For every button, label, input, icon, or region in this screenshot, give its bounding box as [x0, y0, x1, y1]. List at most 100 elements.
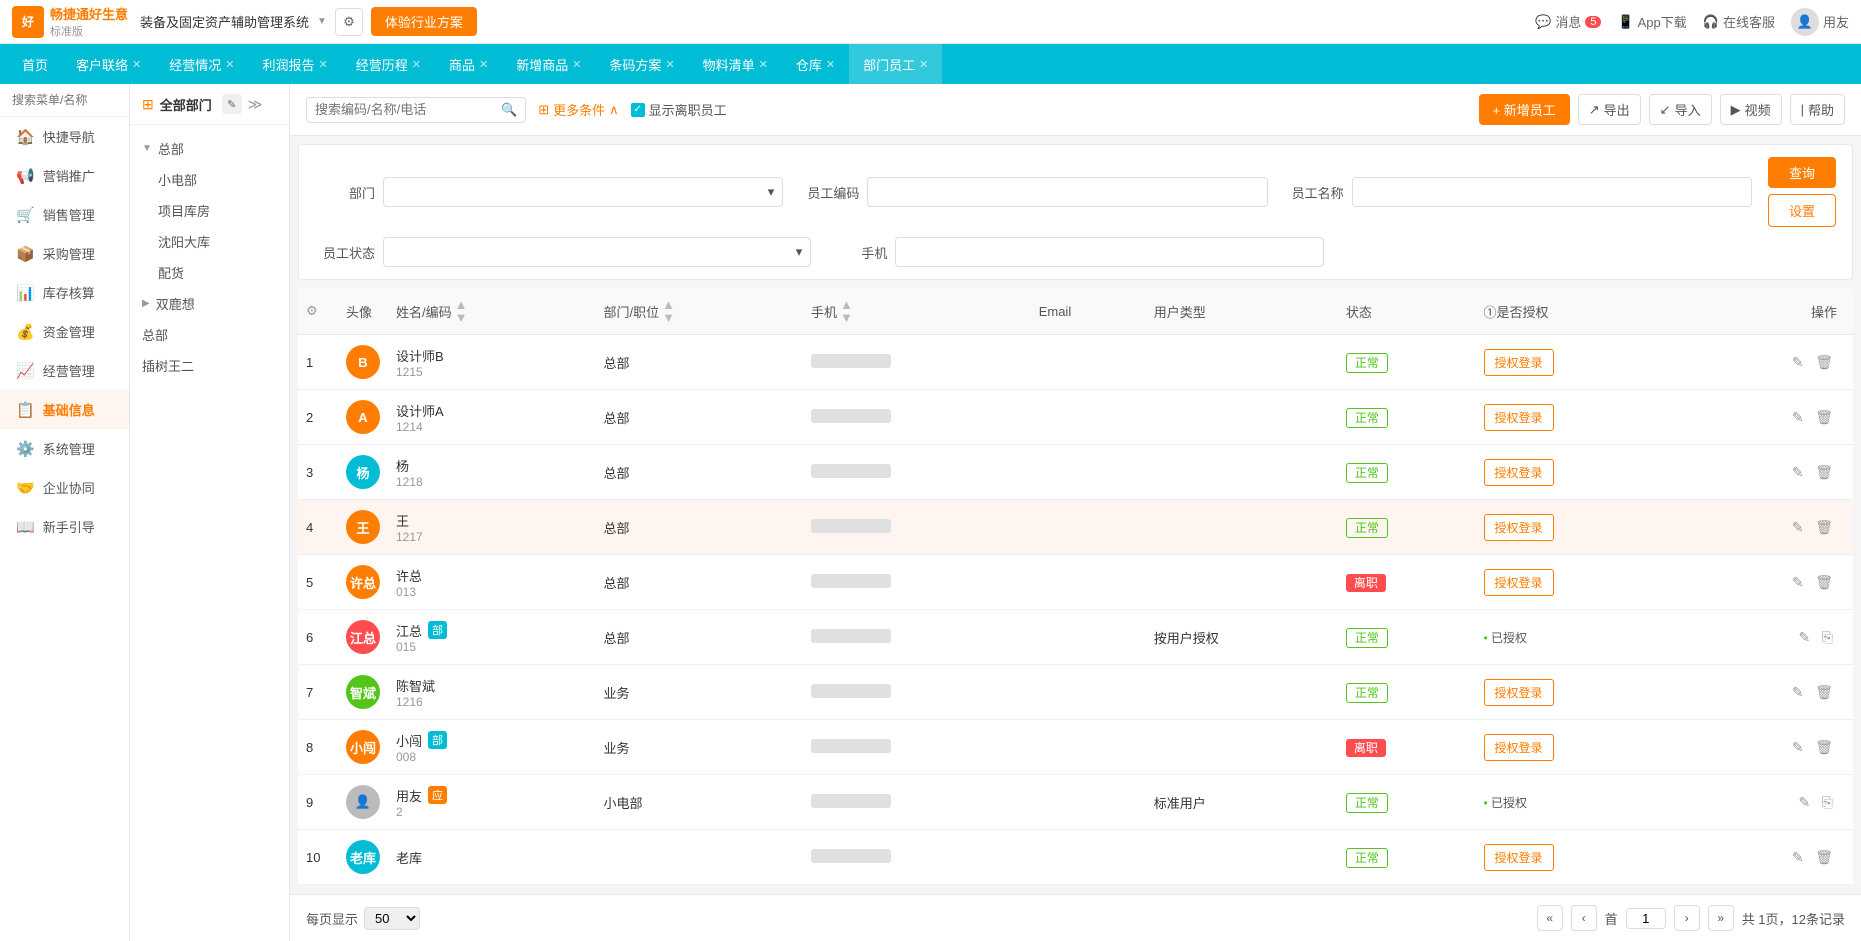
tab-close-bom[interactable]: ✕	[759, 58, 768, 71]
dept-node-distribution[interactable]: 配货	[130, 257, 289, 288]
col-dept-position[interactable]: 部门/职位 ▲▼	[596, 288, 804, 335]
sidebar-item-corp-collab[interactable]: 🤝 企业协同	[0, 468, 129, 507]
col-phone[interactable]: 手机 ▲▼	[803, 288, 1031, 335]
tab-close-warehouse[interactable]: ✕	[826, 58, 835, 71]
message-btn[interactable]: 💬 消息 5	[1535, 12, 1601, 31]
auth-button[interactable]: 授权登录	[1484, 459, 1554, 486]
edit-button[interactable]: ✎	[1788, 407, 1808, 428]
set-button[interactable]: 设置	[1768, 194, 1836, 227]
delete-button[interactable]: 🗑	[1811, 847, 1837, 868]
auth-button[interactable]: 授权登录	[1484, 404, 1554, 431]
tab-home[interactable]: 首页	[8, 44, 62, 84]
auth-button[interactable]: 授权登录	[1484, 569, 1554, 596]
help-button[interactable]: | 帮助	[1790, 94, 1845, 125]
tab-close-profit[interactable]: ✕	[319, 58, 328, 71]
edit-button[interactable]: ✎	[1794, 792, 1814, 813]
delete-button[interactable]: 🗑	[1811, 407, 1837, 428]
dept-edit-btn[interactable]: ✎	[222, 94, 242, 114]
sidebar-item-purchase[interactable]: 📦 采购管理	[0, 234, 129, 273]
auth-button[interactable]: 授权登录	[1484, 679, 1554, 706]
tab-history[interactable]: 经营历程✕	[342, 44, 435, 84]
edit-button[interactable]: ✎	[1788, 517, 1808, 538]
search-input[interactable]	[315, 102, 495, 117]
delete-button[interactable]: 🗑	[1811, 352, 1837, 373]
tab-barcode[interactable]: 条码方案✕	[595, 44, 688, 84]
resigned-checkbox[interactable]: ✓	[631, 103, 645, 117]
dept-node-dual-dream[interactable]: ▶ 双鹿想	[130, 288, 289, 319]
sidebar-item-basic-info[interactable]: 📋 基础信息	[0, 390, 129, 429]
tab-close-history[interactable]: ✕	[412, 58, 421, 71]
sidebar-item-quick-nav[interactable]: 🏠 快捷导航	[0, 117, 129, 156]
trial-button[interactable]: 体验行业方案	[371, 7, 477, 36]
tab-customer[interactable]: 客户联络✕	[62, 44, 155, 84]
app-download-btn[interactable]: 📱 App下载	[1617, 12, 1686, 31]
user-profile-btn[interactable]: 👤 用友	[1791, 8, 1849, 36]
tab-operations[interactable]: 经营情况✕	[155, 44, 248, 84]
page-number-input[interactable]	[1626, 908, 1666, 929]
last-page-btn[interactable]: »	[1708, 905, 1734, 931]
auth-button[interactable]: 授权登录	[1484, 349, 1554, 376]
sys-dropdown-arrow[interactable]: ▼	[317, 16, 327, 27]
view-button[interactable]: ▶ 视频	[1720, 94, 1782, 125]
tab-close-customer[interactable]: ✕	[132, 58, 141, 71]
edit-button[interactable]: ✎	[1788, 352, 1808, 373]
dept-node-headquarters-parent[interactable]: ▼ 总部	[130, 133, 289, 164]
delete-button[interactable]: 🗑	[1811, 682, 1837, 703]
sidebar-search-input[interactable]	[12, 93, 130, 107]
delete-button[interactable]: 🗑	[1811, 737, 1837, 758]
export-button[interactable]: ↗ 导出	[1578, 94, 1641, 125]
tab-dept-employee[interactable]: 部门员工✕	[849, 44, 942, 84]
dept-collapse-btn[interactable]: ≫	[248, 96, 263, 113]
tab-close-dept[interactable]: ✕	[919, 58, 928, 71]
tab-close-ops[interactable]: ✕	[225, 58, 234, 71]
first-page-btn[interactable]: «	[1537, 905, 1563, 931]
phone-input[interactable]	[895, 237, 1323, 267]
dept-node-planting-king[interactable]: 插树王二	[130, 350, 289, 381]
tab-profit[interactable]: 利润报告✕	[248, 44, 341, 84]
edit-button[interactable]: ✎	[1794, 627, 1814, 648]
tab-close-goods[interactable]: ✕	[479, 58, 488, 71]
tab-close-barcode[interactable]: ✕	[665, 58, 674, 71]
delete-button[interactable]: 🗑	[1811, 517, 1837, 538]
emp-code-input[interactable]	[867, 177, 1267, 207]
dept-select[interactable]: ▾	[383, 177, 783, 207]
sidebar-item-new-guide[interactable]: 📖 新手引导	[0, 507, 129, 546]
next-page-btn[interactable]: ›	[1674, 905, 1700, 931]
search-icon[interactable]: 🔍	[501, 102, 517, 118]
status-select[interactable]: ▾	[383, 237, 811, 267]
edit-button[interactable]: ✎	[1788, 462, 1808, 483]
add-employee-button[interactable]: + 新增员工	[1479, 94, 1570, 125]
tab-bom[interactable]: 物料清单✕	[689, 44, 782, 84]
import-button[interactable]: ↙ 导入	[1649, 94, 1712, 125]
more-filter-btn[interactable]: ⊞ 更多条件 ∧	[538, 100, 618, 119]
tab-warehouse[interactable]: 仓库✕	[782, 44, 849, 84]
name-sort[interactable]: 姓名/编码 ▲▼	[396, 298, 588, 324]
dept-node-hq2[interactable]: 总部	[130, 319, 289, 350]
sidebar-item-inventory[interactable]: 📊 库存核算	[0, 273, 129, 312]
delete-button[interactable]: 🗑	[1811, 462, 1837, 483]
sidebar-item-system[interactable]: ⚙️ 系统管理	[0, 429, 129, 468]
dept-node-small-elec[interactable]: 小电部	[130, 164, 289, 195]
edit-button[interactable]: ✎	[1788, 737, 1808, 758]
phone-sort[interactable]: 手机 ▲▼	[811, 298, 1023, 324]
auth-button[interactable]: 授权登录	[1484, 734, 1554, 761]
show-resigned-toggle[interactable]: ✓ 显示离职员工	[631, 100, 727, 119]
auth-button[interactable]: 授权登录	[1484, 514, 1554, 541]
sidebar-item-sales[interactable]: 🛒 销售管理	[0, 195, 129, 234]
settings-icon[interactable]: ⚙	[335, 8, 363, 36]
edit-button[interactable]: ✎	[1788, 572, 1808, 593]
page-size-select[interactable]: 50 100 200	[364, 907, 420, 930]
sidebar-item-marketing[interactable]: 📢 营销推广	[0, 156, 129, 195]
tab-close-add-goods[interactable]: ✕	[572, 58, 581, 71]
dept-sort[interactable]: 部门/职位 ▲▼	[604, 298, 796, 324]
delete-button[interactable]: 🗑	[1811, 572, 1837, 593]
online-service-btn[interactable]: 🎧 在线客服	[1703, 12, 1775, 31]
tab-add-goods[interactable]: 新增商品✕	[502, 44, 595, 84]
dept-node-project-room[interactable]: 项目库房	[130, 195, 289, 226]
tab-goods[interactable]: 商品✕	[435, 44, 502, 84]
copy-button[interactable]: ⎘	[1818, 627, 1837, 648]
sidebar-item-operations[interactable]: 📈 经营管理	[0, 351, 129, 390]
search-button[interactable]: 查询	[1768, 157, 1836, 188]
auth-button[interactable]: 授权登录	[1484, 844, 1554, 871]
edit-button[interactable]: ✎	[1788, 682, 1808, 703]
